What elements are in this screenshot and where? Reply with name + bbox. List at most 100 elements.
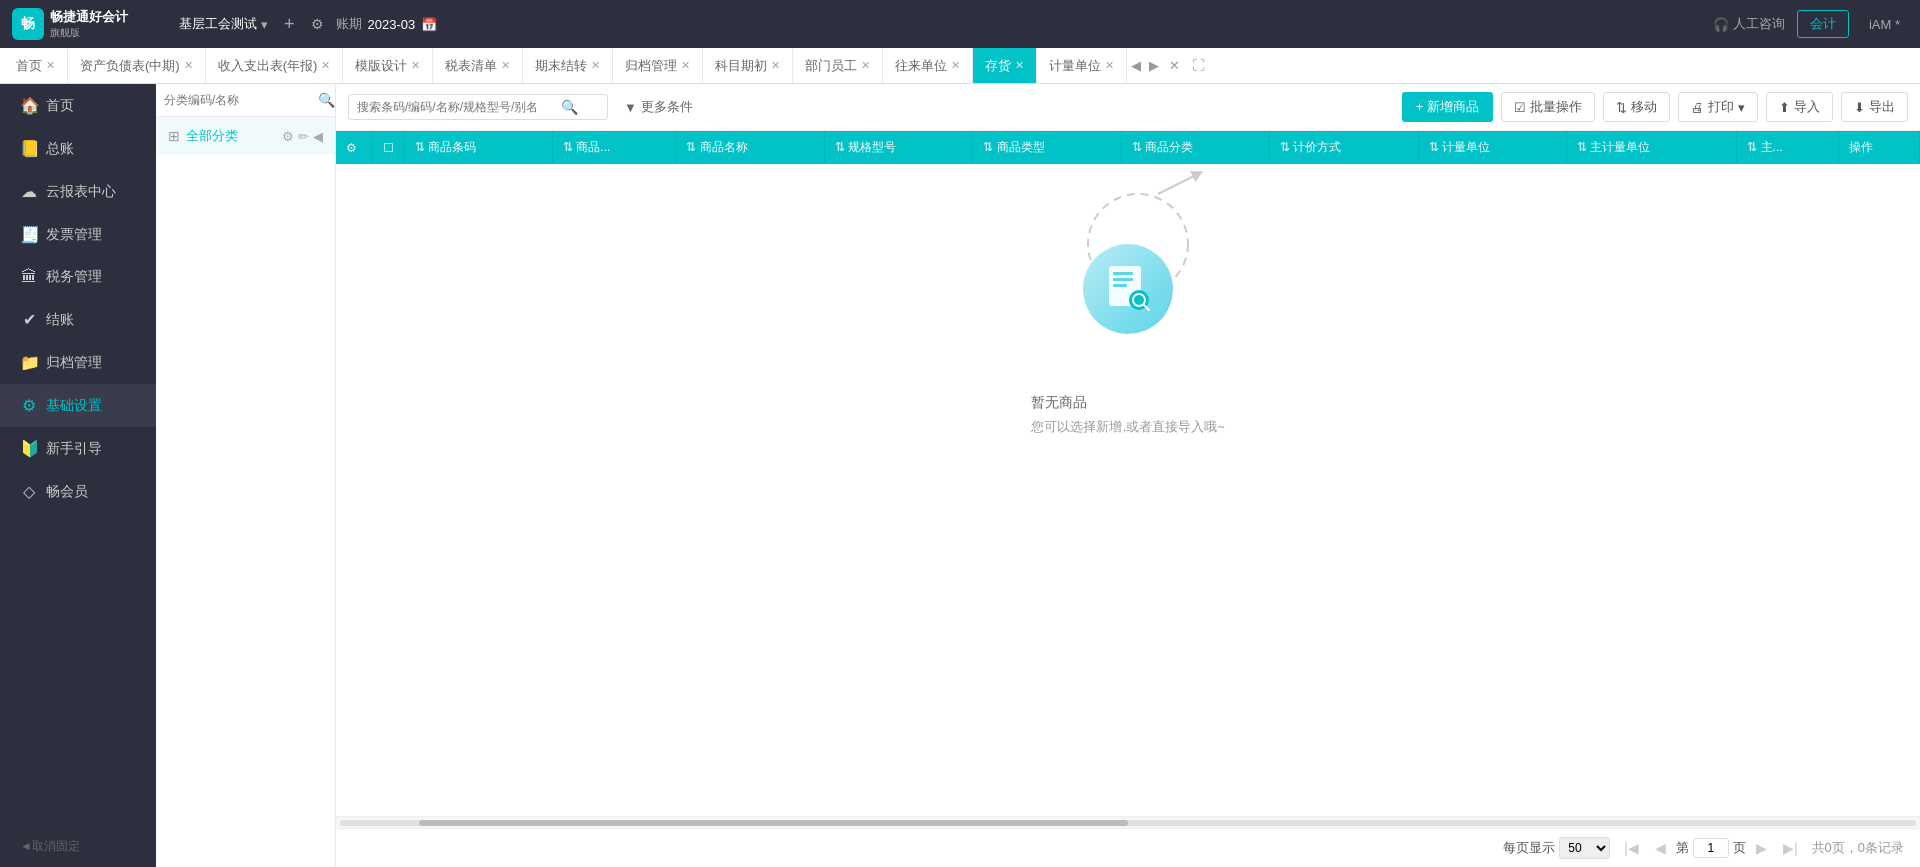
app-edition: 旗舰版 — [50, 26, 128, 40]
tab-expand-button[interactable]: ⛶ — [1186, 58, 1211, 73]
th-category[interactable]: ⇅ 商品分类 — [1121, 131, 1269, 164]
per-page-select[interactable]: 10 20 50 100 — [1559, 837, 1610, 859]
sidebar-item-settle[interactable]: ✔ 结账 — [0, 298, 156, 341]
category-collapse-button[interactable]: ◀ — [313, 129, 323, 144]
tab-close-home[interactable]: ✕ — [46, 59, 55, 72]
sidebar-item-ledger[interactable]: 📒 总账 — [0, 127, 156, 170]
category-panel: 🔍 ⊞ 全部分类 ⚙ ✏ ◀ — [156, 84, 336, 867]
archive-icon: 📁 — [20, 353, 38, 372]
sidebar-item-report[interactable]: ☁ 云报表中心 — [0, 170, 156, 213]
sidebar-label-ledger: 总账 — [46, 140, 74, 158]
product-search-icon[interactable]: 🔍 — [561, 99, 578, 115]
account-button[interactable]: 会计 — [1797, 10, 1849, 38]
tab-close-template[interactable]: ✕ — [411, 59, 420, 72]
sidebar-item-invoice[interactable]: 🧾 发票管理 — [0, 213, 156, 256]
tax-icon: 🏛 — [20, 268, 38, 286]
category-search-icon[interactable]: 🔍 — [318, 92, 335, 108]
th-barcode[interactable]: ⇅ 商品条码 — [404, 131, 552, 164]
tab-close-department[interactable]: ✕ — [861, 59, 870, 72]
th-name[interactable]: ⇅ 商品名称 — [676, 131, 824, 164]
tab-close-tax[interactable]: ✕ — [501, 59, 510, 72]
th-spec[interactable]: ⇅ 规格型号 — [824, 131, 972, 164]
add-tab-button[interactable]: + — [280, 14, 299, 35]
category-all[interactable]: ⊞ 全部分类 ⚙ ✏ ◀ — [156, 117, 335, 155]
th-unit[interactable]: ⇅ 计量单位 — [1418, 131, 1566, 164]
per-page-label: 每页显示 — [1503, 839, 1555, 857]
page-total-label: 共0页，0条记录 — [1812, 839, 1904, 857]
more-filter-button[interactable]: ▼ 更多条件 — [616, 94, 701, 120]
settings-icon[interactable]: ⚙ — [311, 16, 324, 32]
sidebar-item-member[interactable]: ◇ 畅会员 — [0, 470, 156, 513]
page-size-selector: 每页显示 10 20 50 100 — [1503, 837, 1610, 859]
sidebar-item-home[interactable]: 🏠 首页 — [0, 84, 156, 127]
prev-page-button[interactable]: ◀ — [1649, 838, 1672, 858]
th-code[interactable]: ⇅ 商品... — [552, 131, 675, 164]
tab-income[interactable]: 收入支出表(年报) ✕ — [206, 48, 344, 84]
th-price-method[interactable]: ⇅ 计价方式 — [1270, 131, 1418, 164]
tab-balance[interactable]: 资产负债表(中期) ✕ — [68, 48, 206, 84]
tab-unit[interactable]: 计量单位 ✕ — [1037, 48, 1127, 84]
tab-tax[interactable]: 税表清单 ✕ — [433, 48, 523, 84]
sidebar-unpin-button[interactable]: ◄取消固定 — [0, 826, 156, 867]
tab-inventory[interactable]: 存货 ✕ — [973, 48, 1037, 84]
tab-partner[interactable]: 往来单位 ✕ — [883, 48, 973, 84]
tab-close-archive[interactable]: ✕ — [681, 59, 690, 72]
period-value[interactable]: 2023-03 — [368, 17, 416, 32]
tab-department[interactable]: 部门员工 ✕ — [793, 48, 883, 84]
tab-close-partner[interactable]: ✕ — [951, 59, 960, 72]
app-name: 畅捷通好会计 — [50, 8, 128, 26]
export-button[interactable]: ⬇ 导出 — [1841, 92, 1908, 122]
scrollbar-thumb[interactable] — [419, 820, 1128, 826]
page-label: 第 — [1676, 839, 1689, 857]
export-icon: ⬇ — [1854, 100, 1865, 115]
tab-close-period-end[interactable]: ✕ — [591, 59, 600, 72]
th-checkbox[interactable]: ☐ — [372, 131, 404, 164]
next-page-button[interactable]: ▶ — [1750, 838, 1773, 858]
member-icon: ◇ — [20, 482, 38, 501]
th-settings[interactable]: ⚙ — [336, 131, 372, 164]
tab-subject[interactable]: 科目期初 ✕ — [703, 48, 793, 84]
first-page-button[interactable]: |◀ — [1618, 838, 1645, 858]
sidebar-item-guide[interactable]: 🔰 新手引导 — [0, 427, 156, 470]
tab-close-all-button[interactable]: ✕ — [1163, 58, 1186, 73]
tab-period-end[interactable]: 期末结转 ✕ — [523, 48, 613, 84]
tab-close-subject[interactable]: ✕ — [771, 59, 780, 72]
tab-prev-button[interactable]: ◀ — [1127, 58, 1145, 73]
tab-close-balance[interactable]: ✕ — [184, 59, 193, 72]
empty-illustration — [1068, 224, 1188, 344]
iam-label[interactable]: iAM * — [1861, 17, 1908, 32]
last-page-button[interactable]: ▶| — [1777, 838, 1804, 858]
page-input[interactable] — [1693, 838, 1729, 858]
sidebar-item-archive[interactable]: 📁 归档管理 — [0, 341, 156, 384]
tab-next-button[interactable]: ▶ — [1145, 58, 1163, 73]
tab-close-income[interactable]: ✕ — [321, 59, 330, 72]
move-button[interactable]: ⇅ 移动 — [1603, 92, 1670, 122]
period-label: 账期 — [336, 15, 362, 33]
print-button[interactable]: 🖨 打印 ▾ — [1678, 92, 1758, 122]
category-edit-button[interactable]: ✏ — [298, 129, 309, 144]
sidebar-item-tax[interactable]: 🏛 税务管理 — [0, 256, 156, 298]
tab-close-unit[interactable]: ✕ — [1105, 59, 1114, 72]
company-selector[interactable]: 基层工会测试 ▾ — [179, 15, 268, 33]
product-search-input[interactable] — [357, 100, 557, 114]
tab-archive[interactable]: 归档管理 ✕ — [613, 48, 703, 84]
calendar-icon[interactable]: 📅 — [421, 17, 437, 32]
filter-icon: ▼ — [624, 100, 637, 115]
th-main-unit[interactable]: ⇅ 主计量单位 — [1567, 131, 1737, 164]
table-area: ⚙ ☐ ⇅ 商品条码 ⇅ 商品... ⇅ 商品名称 — [336, 131, 1920, 816]
help-button[interactable]: 🎧 人工咨询 — [1713, 15, 1785, 33]
batch-operation-button[interactable]: ☑ 批量操作 — [1501, 92, 1595, 122]
horizontal-scrollbar[interactable] — [336, 816, 1920, 828]
tab-template[interactable]: 模版设计 ✕ — [343, 48, 433, 84]
th-extra[interactable]: ⇅ 主... — [1737, 131, 1839, 164]
tab-home[interactable]: 首页 ✕ — [4, 48, 68, 84]
category-edit-icon[interactable]: ⚙ — [282, 129, 294, 144]
add-product-button[interactable]: + 新增商品 — [1402, 92, 1493, 122]
tab-close-inventory[interactable]: ✕ — [1015, 59, 1024, 72]
category-search-input[interactable] — [164, 93, 314, 107]
sidebar-item-basic[interactable]: ⚙ 基础设置 — [0, 384, 156, 427]
page-nav: |◀ ◀ 第 页 ▶ ▶| — [1618, 838, 1803, 858]
import-button[interactable]: ⬆ 导入 — [1766, 92, 1833, 122]
th-type[interactable]: ⇅ 商品类型 — [973, 131, 1121, 164]
company-dropdown-icon: ▾ — [261, 17, 268, 32]
